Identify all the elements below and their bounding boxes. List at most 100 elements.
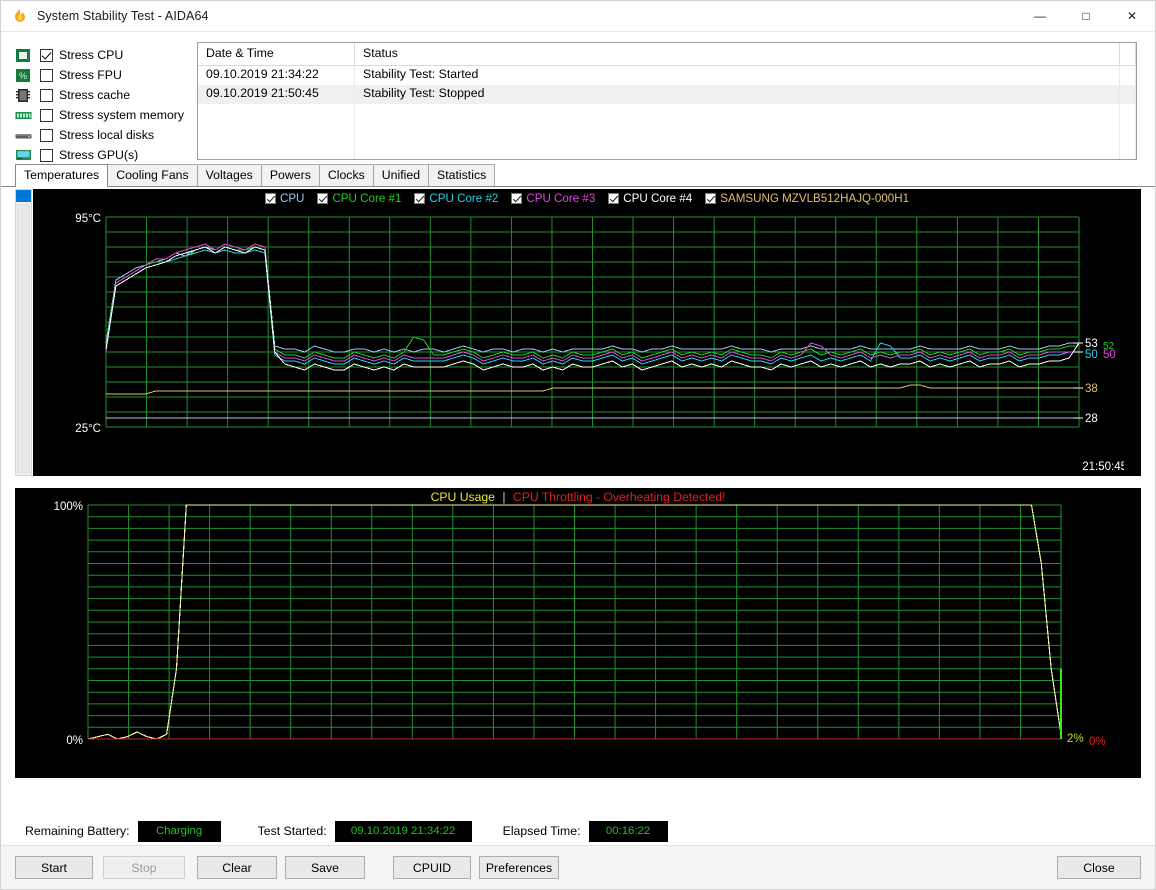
hard-disk-icon [15, 128, 33, 143]
checkbox-stress-fpu[interactable] [40, 69, 53, 82]
legend-checkbox-cpu-core-2[interactable] [414, 193, 425, 204]
svg-text:21:50:45: 21:50:45 [1082, 461, 1124, 473]
legend-item-cpu-core-3[interactable]: CPU Core #3 [511, 192, 595, 205]
clear-button[interactable]: Clear [197, 856, 277, 879]
checkbox-stress-local-disks[interactable] [40, 129, 53, 142]
battery-value: Charging [138, 821, 221, 842]
tab-voltages[interactable]: Voltages [197, 164, 262, 186]
legend-label: CPU Core #2 [429, 192, 498, 205]
save-button[interactable]: Save [285, 856, 365, 879]
stop-button: Stop [103, 856, 185, 879]
legend-label: CPU [280, 192, 304, 205]
table-row[interactable]: 09.10.2019 21:50:45 Stability Test: Stop… [198, 85, 1136, 104]
cell-status: Stability Test: Started [355, 66, 1120, 85]
temperature-chart-wrap: CPU CPU Core #1 CPU Core #2 CPU Cor [15, 189, 1141, 476]
svg-text:28: 28 [1085, 413, 1098, 425]
tab-cooling-fans[interactable]: Cooling Fans [107, 164, 197, 186]
close-button[interactable]: Close [1057, 856, 1141, 879]
usage-title-separator: | [502, 490, 505, 504]
button-bar: Start Stop Clear Save CPUID Preferences … [1, 845, 1155, 889]
legend-checkbox-samsung-ssd[interactable] [705, 193, 716, 204]
usage-title-text: CPU Usage [431, 490, 495, 504]
charts-container: CPU CPU Core #1 CPU Core #2 CPU Cor [1, 187, 1155, 807]
stress-option-cpu[interactable]: Stress CPU [15, 45, 187, 65]
cpu-usage-plot: 100%0%2%0% [15, 488, 1141, 778]
tab-temperatures[interactable]: Temperatures [15, 164, 108, 187]
tab-powers[interactable]: Powers [261, 164, 320, 186]
column-header-datetime[interactable]: Date & Time [198, 43, 355, 66]
checkbox-stress-cache[interactable] [40, 89, 53, 102]
table-row-empty [198, 142, 1136, 160]
cell-status: Stability Test: Stopped [355, 85, 1120, 104]
minimize-button[interactable]: — [1017, 1, 1063, 32]
tab-bar: Temperatures Cooling Fans Voltages Power… [1, 165, 1155, 187]
cpu-chip-icon [15, 48, 33, 63]
legend-checkbox-cpu-core-1[interactable] [317, 193, 328, 204]
svg-text:50: 50 [1085, 349, 1098, 361]
maximize-button[interactable]: □ [1063, 1, 1109, 32]
window-controls: — □ ✕ [1017, 1, 1155, 32]
checkbox-stress-gpus[interactable] [40, 149, 53, 162]
legend-item-cpu-core-1[interactable]: CPU Core #1 [317, 192, 401, 205]
gpu-card-icon [15, 148, 33, 163]
table-header: Date & Time Status [198, 43, 1136, 66]
table-row[interactable]: 09.10.2019 21:34:22 Stability Test: Star… [198, 66, 1136, 85]
stress-option-cache[interactable]: Stress cache [15, 85, 187, 105]
legend-checkbox-cpu-core-4[interactable] [608, 193, 619, 204]
stress-option-label: Stress local disks [59, 128, 154, 142]
fpu-percent-icon: % [15, 68, 33, 83]
checkbox-stress-system-memory[interactable] [40, 109, 53, 122]
cpu-usage-chart[interactable]: CPU Usage | CPU Throttling - Overheating… [15, 488, 1141, 778]
svg-text:95°C: 95°C [75, 213, 101, 225]
cell-spacer [1120, 66, 1136, 85]
legend-label: CPU Core #1 [332, 192, 401, 205]
test-started-value: 09.10.2019 21:34:22 [335, 821, 472, 842]
memory-module-icon [15, 108, 33, 123]
cell-datetime: 09.10.2019 21:50:45 [198, 85, 355, 104]
cpuid-button[interactable]: CPUID [393, 856, 471, 879]
stress-option-gpus[interactable]: Stress GPU(s) [15, 145, 187, 165]
temperature-chart[interactable]: CPU CPU Core #1 CPU Core #2 CPU Cor [33, 189, 1141, 476]
test-started-label: Test Started: [258, 824, 327, 838]
legend-label: CPU Core #4 [623, 192, 692, 205]
svg-text:%: % [19, 71, 27, 81]
legend-checkbox-cpu-core-3[interactable] [511, 193, 522, 204]
svg-text:0%: 0% [1089, 736, 1106, 748]
legend-item-cpu-core-4[interactable]: CPU Core #4 [608, 192, 692, 205]
tab-statistics[interactable]: Statistics [428, 164, 495, 186]
start-button[interactable]: Start [15, 856, 93, 879]
stress-option-label: Stress FPU [59, 68, 122, 82]
temperature-chart-scrollbar[interactable] [15, 189, 32, 476]
checkbox-stress-cpu[interactable] [40, 49, 53, 62]
stress-option-local-disks[interactable]: Stress local disks [15, 125, 187, 145]
cell-spacer [1120, 85, 1136, 104]
scrollbar-track[interactable] [17, 204, 30, 473]
legend-label: CPU Core #3 [526, 192, 595, 205]
legend-checkbox-cpu[interactable] [265, 193, 276, 204]
client-area: Stress CPU % Stress FPU Stress cache [1, 32, 1155, 889]
event-log-table: Date & Time Status 09.10.2019 21:34:22 S… [197, 42, 1137, 160]
temperature-chart-legend: CPU CPU Core #1 CPU Core #2 CPU Cor [33, 192, 1141, 205]
stress-option-label: Stress CPU [59, 48, 123, 62]
cache-chip-icon [15, 88, 33, 103]
svg-text:38: 38 [1085, 383, 1098, 395]
usage-chart-wrap: CPU Usage | CPU Throttling - Overheating… [15, 482, 1141, 778]
stress-option-label: Stress system memory [59, 108, 184, 122]
column-header-spacer [1120, 43, 1136, 66]
legend-label: SAMSUNG MZVLB512HAJQ-000H1 [720, 192, 909, 205]
legend-item-samsung-ssd[interactable]: SAMSUNG MZVLB512HAJQ-000H1 [705, 192, 909, 205]
stress-option-system-memory[interactable]: Stress system memory [15, 105, 187, 125]
stress-option-fpu[interactable]: % Stress FPU [15, 65, 187, 85]
column-header-status[interactable]: Status [355, 43, 1120, 66]
tab-clocks[interactable]: Clocks [319, 164, 374, 186]
legend-item-cpu[interactable]: CPU [265, 192, 304, 205]
titlebar: System Stability Test - AIDA64 — □ ✕ [1, 1, 1155, 32]
table-row-empty [198, 104, 1136, 123]
svg-text:25°C: 25°C [75, 423, 101, 435]
flame-icon [12, 8, 28, 24]
tab-unified[interactable]: Unified [373, 164, 429, 186]
close-window-button[interactable]: ✕ [1109, 1, 1155, 32]
scrollbar-thumb[interactable] [16, 190, 31, 202]
legend-item-cpu-core-2[interactable]: CPU Core #2 [414, 192, 498, 205]
preferences-button[interactable]: Preferences [479, 856, 559, 879]
